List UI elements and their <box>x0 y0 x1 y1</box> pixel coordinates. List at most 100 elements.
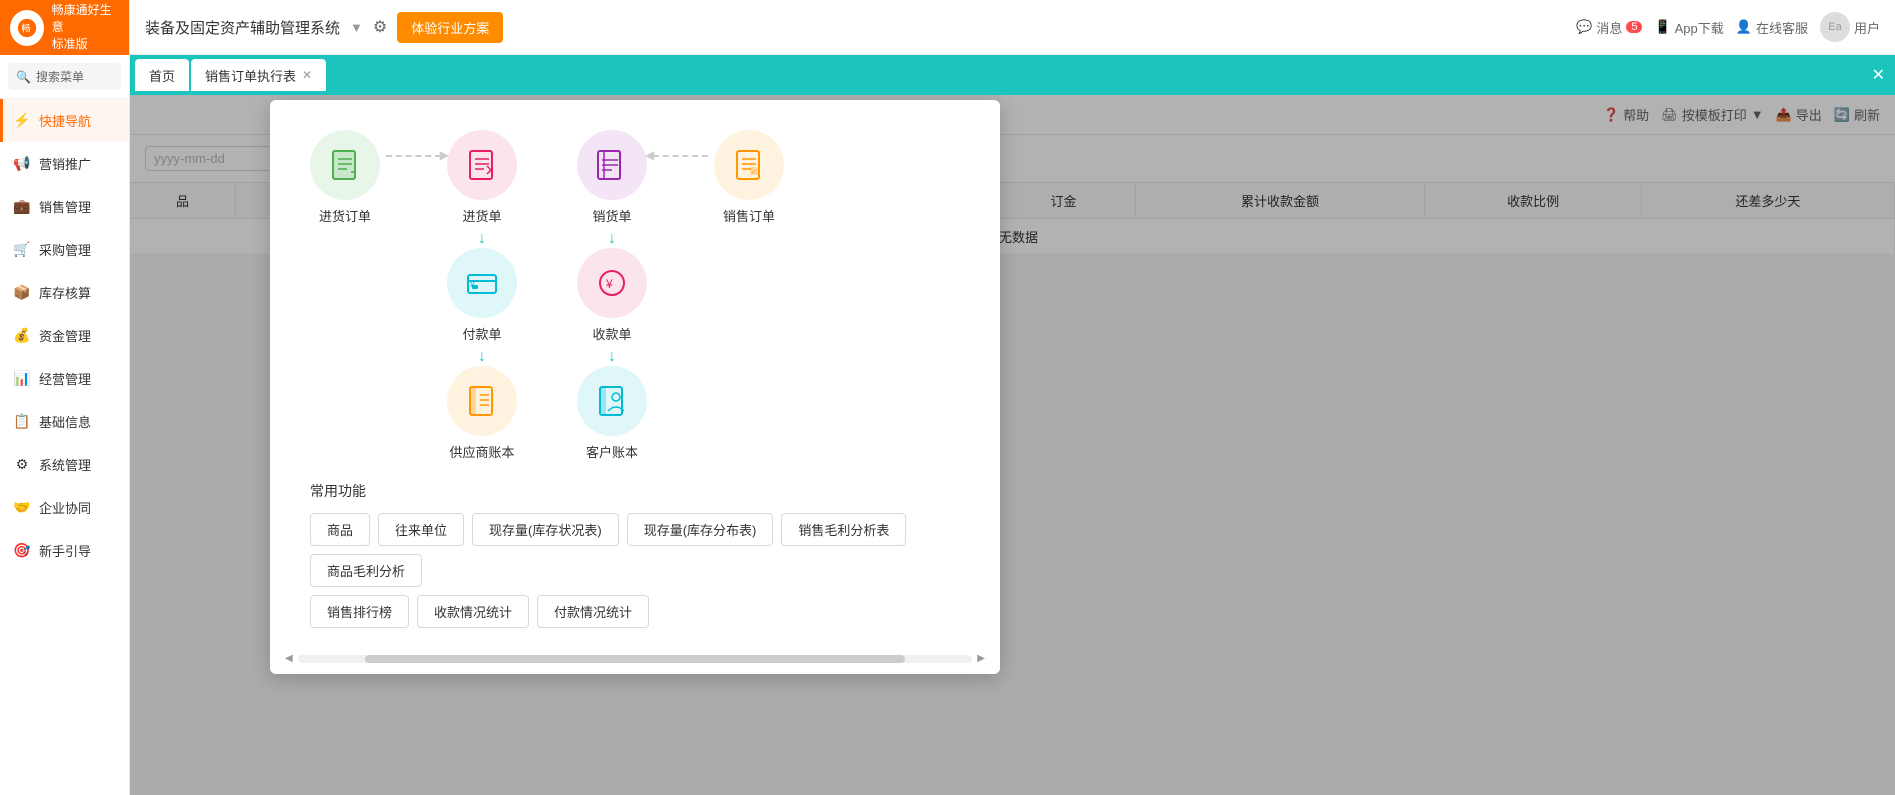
sidebar-item-operations[interactable]: 📊 经营管理 <box>0 357 129 400</box>
svg-text:¥: ¥ <box>469 280 476 290</box>
function-buttons: 商品 往来单位 现存量(库存状况表) 现存量(库存分布表) 销售毛利分析表 商品… <box>310 513 960 587</box>
sidebar-item-quick-nav[interactable]: ⚡ 快捷导航 <box>0 99 129 142</box>
sidebar-item-inventory[interactable]: 📦 库存核算 <box>0 271 129 314</box>
basic-info-icon: 📋 <box>13 413 31 431</box>
supplier-ledger-circle <box>447 366 517 436</box>
func-btn-sales-margin[interactable]: 销售毛利分析表 <box>781 513 906 546</box>
marketing-icon: 📢 <box>13 155 31 173</box>
sidebar-item-system[interactable]: ⚙ 系统管理 <box>0 443 129 486</box>
purchase-bill-node[interactable]: 进货单 <box>447 130 517 225</box>
sidebar-item-finance[interactable]: 💰 资金管理 <box>0 314 129 357</box>
sidebar-item-label: 资金管理 <box>39 326 91 345</box>
experience-button[interactable]: 体验行业方案 <box>397 12 503 43</box>
scrollbar-track[interactable] <box>298 655 973 663</box>
app-download-action[interactable]: 📱 App下载 <box>1654 18 1723 37</box>
payment-node[interactable]: ¥ 付款单 <box>447 248 517 343</box>
sidebar-item-label: 库存核算 <box>39 283 91 302</box>
func-btn-stock-status[interactable]: 现存量(库存状况表) <box>472 513 619 546</box>
sales-order-label: 销售订单 <box>723 206 775 225</box>
func-btn-payment-stats[interactable]: 付款情况统计 <box>537 595 649 628</box>
sidebar-item-cooperation[interactable]: 🤝 企业协同 <box>0 486 129 529</box>
receipt-col: ↓ ¥ 收款单 <box>577 229 647 343</box>
func-btn-sales-ranking[interactable]: 销售排行榜 <box>310 595 409 628</box>
logo-icon: 畅 <box>10 10 44 46</box>
sidebar: 畅 畅康通好生意 标准版 🔍 搜索菜单 ⚡ 快捷导航 📢 营销推广 <box>0 0 130 795</box>
payment-circle: ¥ <box>447 248 517 318</box>
common-functions-title: 常用功能 <box>310 481 960 501</box>
quick-nav-icon: ⚡ <box>13 112 31 130</box>
search-menu-button[interactable]: 🔍 搜索菜单 <box>8 63 121 90</box>
sidebar-item-guide[interactable]: 🎯 新手引导 <box>0 529 129 572</box>
receipt-circle: ¥ <box>577 248 647 318</box>
user-action[interactable]: Ea 用户 <box>1820 12 1880 42</box>
tab-sales-order[interactable]: 销售订单执行表 ✕ <box>191 59 326 91</box>
sidebar-item-label: 系统管理 <box>39 455 91 474</box>
svg-text:¥: ¥ <box>605 277 613 291</box>
flow-diagram: 进货订单 ▶ <box>310 130 960 225</box>
topbar-actions: 💬 消息 5 📱 App下载 👤 在线客服 Ea 用户 <box>1576 12 1880 42</box>
common-functions: 常用功能 商品 往来单位 现存量(库存状况表) 现存量(库存分布表) 销售毛利分… <box>310 481 960 628</box>
modal-scrollbar: ◀ ▶ <box>270 648 1000 674</box>
sidebar-item-label: 基础信息 <box>39 412 91 431</box>
main-content: 装备及固定资产辅助管理系统 ▼ ⚙ 体验行业方案 💬 消息 5 📱 App下载 … <box>130 0 1895 795</box>
payment-col: ↓ ¥ 付款单 <box>447 229 517 343</box>
func-btn-counterpart[interactable]: 往来单位 <box>378 513 464 546</box>
sidebar-item-label: 经营管理 <box>39 369 91 388</box>
scrollbar-thumb <box>365 655 905 663</box>
scroll-left-arrow[interactable]: ◀ <box>285 653 293 664</box>
sidebar-item-label: 新手引导 <box>39 541 91 560</box>
modal-body: 进货订单 ▶ <box>270 100 1000 648</box>
message-icon: 💬 <box>1576 19 1592 35</box>
message-action[interactable]: 💬 消息 5 <box>1576 18 1642 37</box>
modal-overlay[interactable]: 进货订单 ▶ <box>130 95 1895 795</box>
receipt-label: 收款单 <box>592 324 631 343</box>
arrow-down-payment: ↓ <box>478 229 486 248</box>
customer-ledger-node[interactable]: 客户账本 <box>577 366 647 461</box>
supplier-ledger-node[interactable]: 供应商账本 <box>447 366 517 461</box>
sidebar-item-marketing[interactable]: 📢 营销推广 <box>0 142 129 185</box>
logo-text: 畅康通好生意 标准版 <box>52 2 119 52</box>
sales-bill-circle <box>577 130 647 200</box>
sidebar-item-sales[interactable]: 💼 销售管理 <box>0 185 129 228</box>
func-btn-product-margin[interactable]: 商品毛利分析 <box>310 554 422 587</box>
scroll-right-arrow[interactable]: ▶ <box>977 653 985 664</box>
system-icon: ⚙ <box>13 456 31 474</box>
func-btn-product[interactable]: 商品 <box>310 513 370 546</box>
sidebar-logo: 畅 畅康通好生意 标准版 <box>0 0 129 55</box>
tab-sales-order-label: 销售订单执行表 <box>205 66 296 85</box>
sidebar-item-basic-info[interactable]: 📋 基础信息 <box>0 400 129 443</box>
arrow-sales-order-to-bill: ◀ <box>653 130 708 157</box>
flow-row3: ↓ 供应商账本 <box>310 347 960 461</box>
online-service-action[interactable]: 👤 在线客服 <box>1736 18 1808 37</box>
svg-text:✓: ✓ <box>751 169 757 176</box>
arrow-purchase-order-to-bill: ▶ <box>386 130 441 157</box>
inventory-icon: 📦 <box>13 284 31 302</box>
settings-gear-button[interactable]: ⚙ <box>373 17 387 37</box>
download-icon: 📱 <box>1654 19 1670 35</box>
arrow-down-receipt: ↓ <box>608 229 616 248</box>
topbar: 装备及固定资产辅助管理系统 ▼ ⚙ 体验行业方案 💬 消息 5 📱 App下载 … <box>130 0 1895 55</box>
sidebar-item-label: 销售管理 <box>39 197 91 216</box>
svg-text:畅: 畅 <box>21 22 30 33</box>
system-name: 装备及固定资产辅助管理系统 <box>145 17 340 38</box>
purchase-order-circle <box>310 130 380 200</box>
sidebar-search[interactable]: 🔍 搜索菜单 <box>0 55 129 99</box>
close-all-tabs-button[interactable]: ✕ <box>1862 65 1895 85</box>
sales-icon: 💼 <box>13 198 31 216</box>
purchase-bill-label: 进货单 <box>462 206 501 225</box>
tabbar: 首页 销售订单执行表 ✕ ✕ <box>130 55 1895 95</box>
func-btn-receipt-stats[interactable]: 收款情况统计 <box>417 595 529 628</box>
tab-home[interactable]: 首页 <box>135 59 189 91</box>
sales-order-node[interactable]: ✓ 销售订单 <box>714 130 784 225</box>
tab-close-icon[interactable]: ✕ <box>302 68 312 82</box>
sidebar-item-purchase[interactable]: 🛒 采购管理 <box>0 228 129 271</box>
dropdown-arrow[interactable]: ▼ <box>350 20 363 35</box>
customer-ledger-circle <box>577 366 647 436</box>
sales-order-circle: ✓ <box>714 130 784 200</box>
supplier-ledger-col: ↓ 供应商账本 <box>447 347 517 461</box>
sales-bill-node[interactable]: 销货单 <box>577 130 647 225</box>
finance-icon: 💰 <box>13 327 31 345</box>
purchase-order-node[interactable]: 进货订单 <box>310 130 380 225</box>
func-btn-stock-dist[interactable]: 现存量(库存分布表) <box>627 513 774 546</box>
receipt-node[interactable]: ¥ 收款单 <box>577 248 647 343</box>
